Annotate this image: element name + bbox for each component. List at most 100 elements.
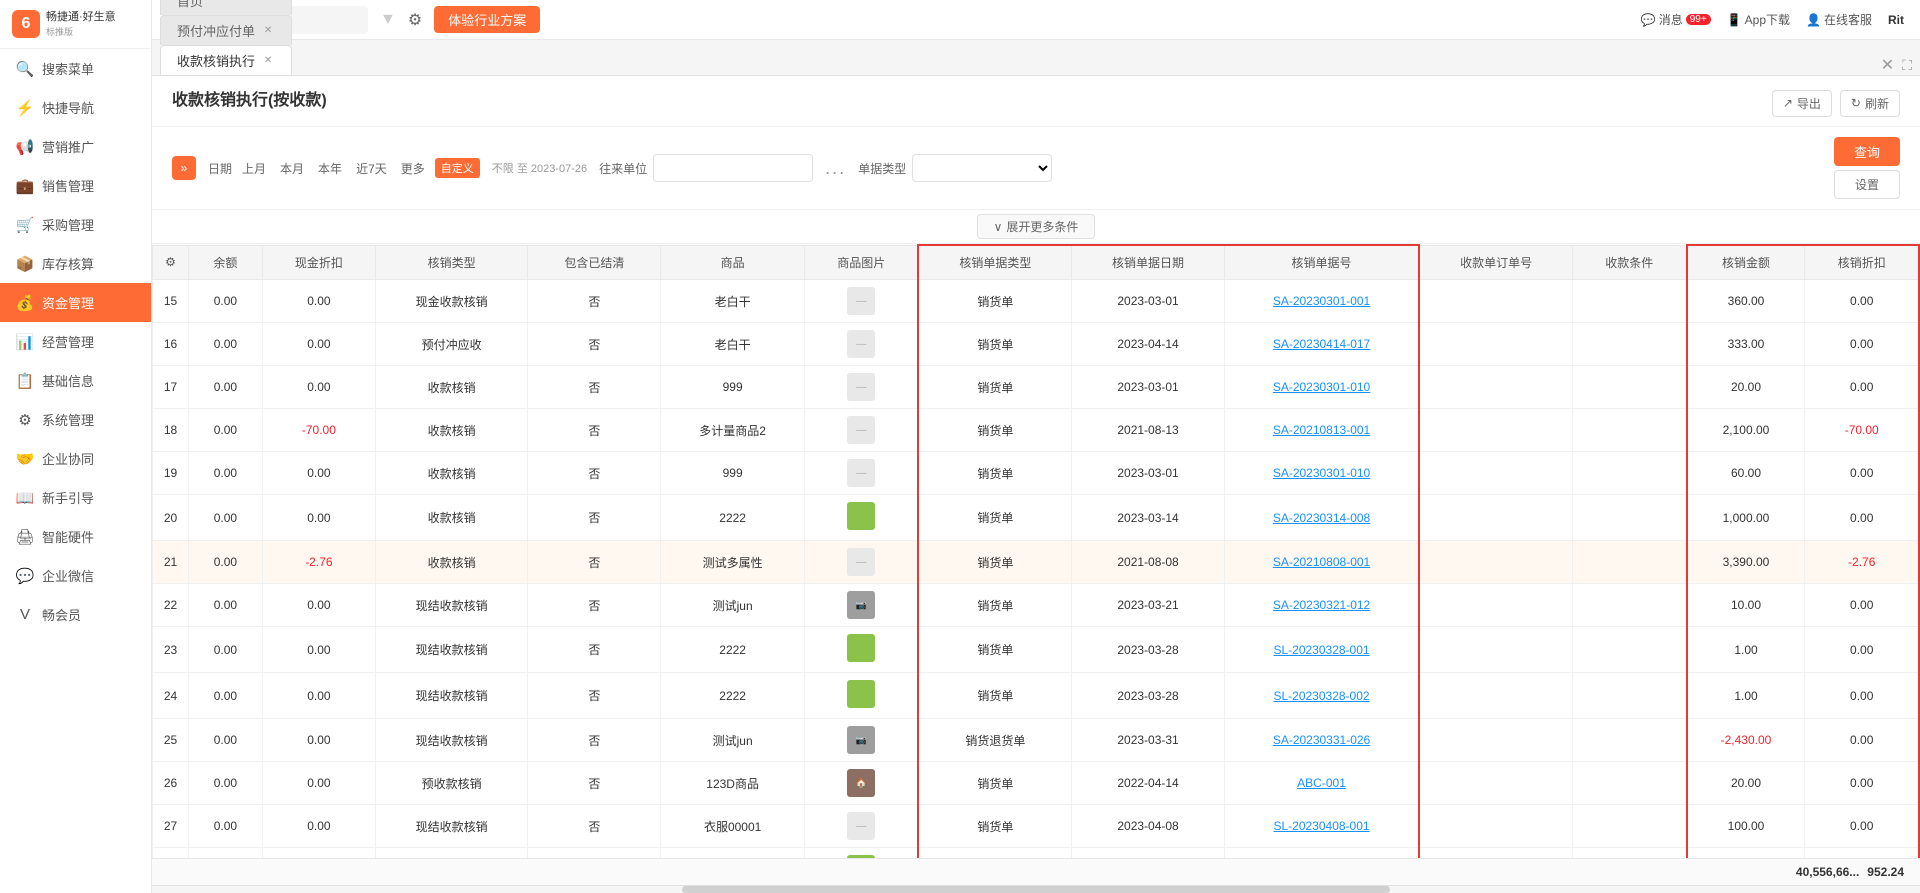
tab-1[interactable]: 预付冲应付单✕: [160, 15, 292, 45]
app-icon: 📱: [1727, 13, 1742, 27]
sidebar-item-system[interactable]: ⚙ 系统管理: [0, 400, 151, 439]
cell-included-settled: 否: [528, 762, 661, 805]
sidebar-item-sales[interactable]: 💼 销售管理: [0, 166, 151, 205]
date-range-display: 不限 至 2023-07-26: [492, 160, 587, 176]
date-more[interactable]: 更多: [397, 158, 429, 179]
cell-num: 28: [153, 848, 189, 859]
bill-no-link[interactable]: SL-20230408-001: [1273, 819, 1369, 833]
cell-included-settled: 否: [528, 848, 661, 859]
date-last-month[interactable]: 上月: [238, 158, 270, 179]
col-hx-bill-date: 核销单据日期: [1072, 245, 1225, 280]
cell-goods: 2222: [661, 627, 805, 673]
maximize-icon[interactable]: ⛶: [1902, 57, 1912, 74]
sidebar-item-wechat[interactable]: 💬 企业微信: [0, 556, 151, 595]
table-row: 16 0.00 0.00 预付冲应收 否 老白干 — 销货单 2023-04-1…: [153, 323, 1920, 366]
message-area[interactable]: 💬 消息 99+: [1641, 11, 1711, 28]
date-this-month[interactable]: 本月: [276, 158, 308, 179]
bill-no-link[interactable]: SL-20230328-001: [1273, 643, 1369, 657]
app-download[interactable]: 📱 App下载: [1727, 11, 1790, 28]
goods-image: —: [847, 459, 875, 487]
industry-btn[interactable]: 体验行业方案: [434, 6, 540, 33]
online-service[interactable]: 👤 在线客服: [1806, 11, 1872, 28]
cell-receipt-order: [1419, 495, 1572, 541]
cell-goods-image: [805, 673, 919, 719]
bill-no-link[interactable]: SA-20230331-026: [1273, 733, 1370, 747]
sidebar-item-manage[interactable]: 📊 经营管理: [0, 322, 151, 361]
cell-hx-amount: 60.00: [1687, 452, 1805, 495]
export-button[interactable]: ↗ 导出: [1772, 90, 1832, 117]
table-wrapper[interactable]: ⚙ 余额 现金折扣 核销类型 包含已结清 商品 商品图片 核销单据类型 核销单据…: [152, 244, 1920, 858]
cell-hx-bill-type: 销货单: [918, 323, 1071, 366]
col-settings[interactable]: ⚙: [153, 245, 189, 280]
sidebar-item-label-marketing: 营销推广: [42, 137, 94, 156]
cell-goods: 2222: [661, 495, 805, 541]
sidebar-item-label-guide: 新手引导: [42, 488, 94, 507]
cell-hx-amount: 3,390.00: [1687, 541, 1805, 584]
query-button[interactable]: 查询: [1834, 137, 1900, 166]
sidebar-item-enterprise[interactable]: 🤝 企业协同: [0, 439, 151, 478]
cell-cash-discount: 0.00: [262, 762, 375, 805]
sidebar-item-quicknav[interactable]: ⚡ 快捷导航: [0, 88, 151, 127]
gear-icon[interactable]: ⚙: [408, 10, 422, 30]
cell-hx-bill-date: 2023-04-14: [1072, 323, 1225, 366]
sidebar-item-finance[interactable]: 💰 资金管理: [0, 283, 151, 322]
from-unit-group: 往来单位: [599, 154, 813, 182]
refresh-button[interactable]: ↻ 刷新: [1840, 90, 1900, 117]
bill-no-link[interactable]: SL-20230328-002: [1273, 689, 1369, 703]
table-row: 22 0.00 0.00 现结收款核销 否 测试jun 📷 销货单 2023-0…: [153, 584, 1920, 627]
sidebar-item-hardware[interactable]: 🖨 智能硬件: [0, 517, 151, 556]
bill-no-link[interactable]: SA-20230314-008: [1273, 511, 1370, 525]
sidebar-item-search[interactable]: 🔍 搜索菜单: [0, 49, 151, 88]
cell-receipt-order: [1419, 541, 1572, 584]
date-custom-btn[interactable]: 自定义: [435, 158, 480, 178]
sidebar-item-inventory[interactable]: 📦 库存核算: [0, 244, 151, 283]
cell-hx-discount: 0.00: [1805, 805, 1919, 848]
goods-image: —: [847, 812, 875, 840]
filter-expand-btn[interactable]: »: [172, 156, 196, 180]
sidebar-item-base[interactable]: 📋 基础信息: [0, 361, 151, 400]
close-window-icon[interactable]: ✕: [1881, 55, 1894, 75]
cell-hx-bill-type: 销货退货单: [918, 719, 1071, 762]
system-icon: ⚙: [16, 411, 34, 429]
bill-no-link[interactable]: ABC-001: [1297, 776, 1346, 790]
tab-close-2[interactable]: ✕: [261, 54, 275, 68]
date-this-year[interactable]: 本年: [314, 158, 346, 179]
bill-type-select[interactable]: [912, 154, 1052, 182]
sidebar-item-marketing[interactable]: 📢 营销推广: [0, 127, 151, 166]
sidebar-item-guide[interactable]: 📖 新手引导: [0, 478, 151, 517]
cell-receipt-condition: [1573, 584, 1687, 627]
filter-bar: » 日期 上月 本月 本年 近7天 更多 自定义 不限 至 2023-07-26…: [152, 127, 1920, 210]
date-7days[interactable]: 近7天: [352, 158, 391, 179]
cell-cash-discount: 0.00: [262, 805, 375, 848]
cell-cash-discount: 0.00: [262, 673, 375, 719]
bill-no-link[interactable]: SA-20210813-001: [1273, 423, 1370, 437]
tab-close-1[interactable]: ✕: [261, 24, 275, 38]
bill-no-link[interactable]: SA-20230301-010: [1273, 466, 1370, 480]
cell-balance: 0.00: [189, 673, 263, 719]
export-label: 导出: [1797, 95, 1821, 112]
bill-no-link[interactable]: SA-20210808-001: [1273, 555, 1370, 569]
bill-no-link[interactable]: SA-20230321-012: [1273, 598, 1370, 612]
cell-included-settled: 否: [528, 366, 661, 409]
cell-receipt-condition: [1573, 673, 1687, 719]
goods-image: —: [847, 373, 875, 401]
hardware-icon: 🖨: [16, 528, 34, 546]
from-unit-input[interactable]: [653, 154, 813, 182]
sidebar-item-member[interactable]: V 畅会员: [0, 595, 151, 634]
from-unit-label: 往来单位: [599, 160, 647, 177]
bill-no-link[interactable]: SA-20230414-017: [1273, 337, 1370, 351]
cell-goods-image: —: [805, 805, 919, 848]
bill-no-link[interactable]: SA-20230301-001: [1273, 294, 1370, 308]
sidebar-item-purchase[interactable]: 🛒 采购管理: [0, 205, 151, 244]
tab-0[interactable]: 首页: [160, 0, 292, 15]
scrollbar-thumb[interactable]: [682, 886, 1389, 893]
horizontal-scrollbar[interactable]: [152, 885, 1920, 893]
sidebar-item-label-hardware: 智能硬件: [42, 527, 94, 546]
bill-no-link[interactable]: SA-20230301-010: [1273, 380, 1370, 394]
main-table: ⚙ 余额 现金折扣 核销类型 包含已结清 商品 商品图片 核销单据类型 核销单据…: [152, 244, 1920, 858]
expand-more-btn[interactable]: ∨ 展开更多条件: [977, 214, 1096, 239]
cell-hx-bill-no: SL-20230328-002: [1224, 673, 1419, 719]
tab-2[interactable]: 收款核销执行✕: [160, 45, 292, 75]
filter-settings-button[interactable]: 设置: [1834, 170, 1900, 199]
cell-receipt-condition: [1573, 805, 1687, 848]
